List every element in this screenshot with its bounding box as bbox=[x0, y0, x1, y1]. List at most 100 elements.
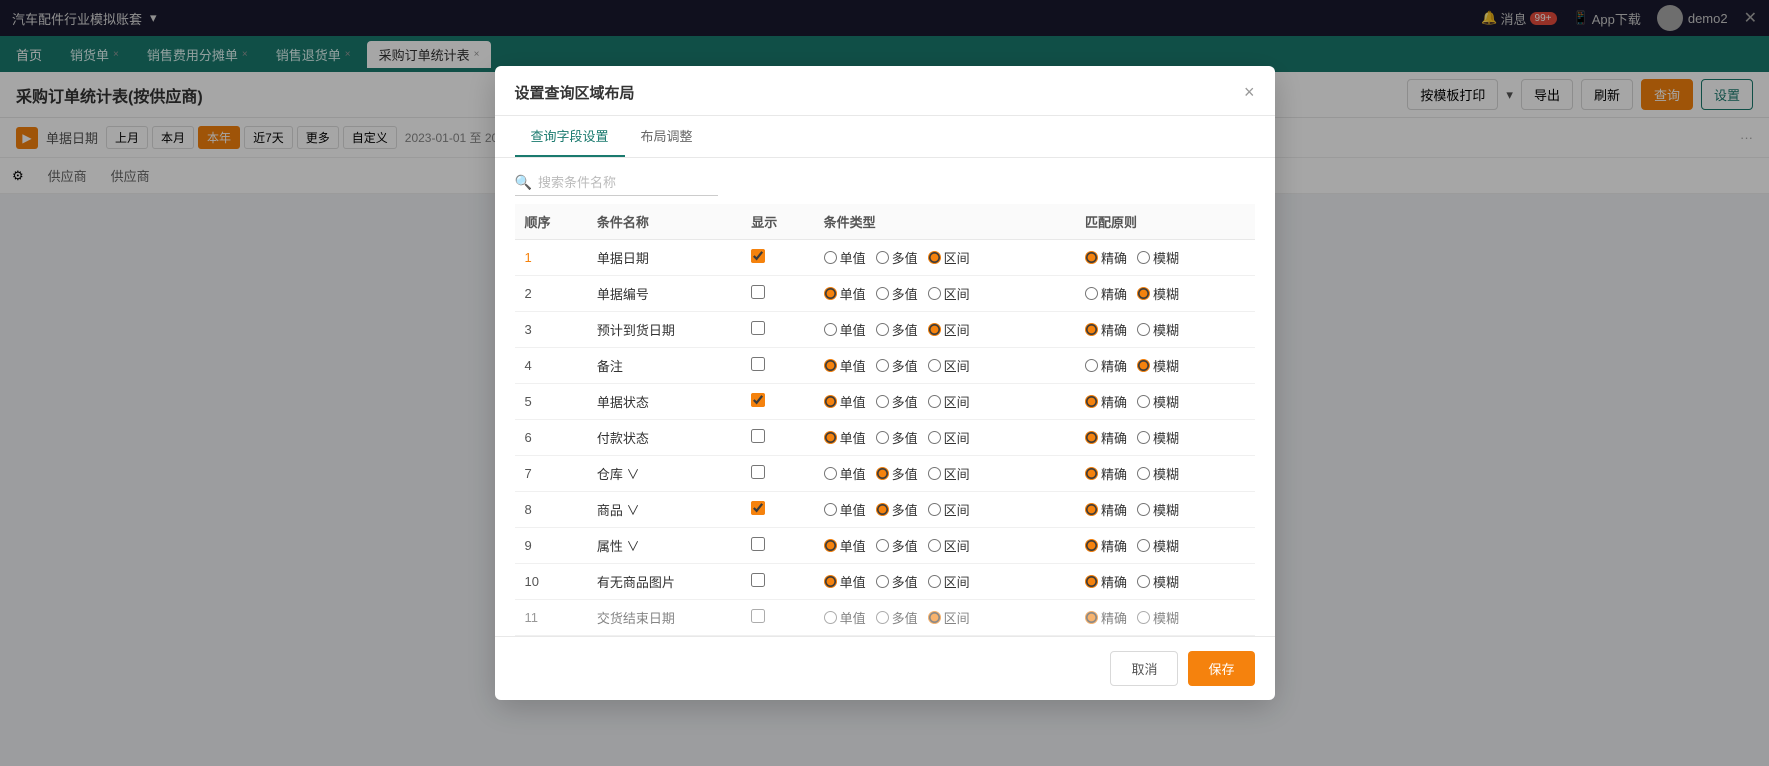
search-input[interactable] bbox=[538, 175, 718, 190]
col-match-header: 匹配原则 bbox=[1075, 204, 1255, 240]
row-display-cell[interactable] bbox=[741, 528, 813, 564]
type-option-区间[interactable]: 区间 bbox=[928, 572, 970, 591]
save-button[interactable]: 保存 bbox=[1188, 651, 1254, 686]
match-option-精确[interactable]: 精确 bbox=[1085, 248, 1127, 267]
display-checkbox[interactable] bbox=[751, 537, 765, 551]
type-option-区间[interactable]: 区间 bbox=[928, 608, 970, 627]
row-match-cell: 精确模糊 bbox=[1075, 564, 1255, 600]
type-option-单值[interactable]: 单值 bbox=[824, 248, 866, 267]
display-checkbox[interactable] bbox=[751, 573, 765, 587]
match-option-模糊[interactable]: 模糊 bbox=[1137, 428, 1179, 447]
type-option-多值[interactable]: 多值 bbox=[876, 284, 918, 303]
table-row: 2单据编号单值多值区间精确模糊 bbox=[515, 276, 1255, 312]
type-option-区间[interactable]: 区间 bbox=[928, 500, 970, 519]
row-order: 8 bbox=[515, 492, 587, 528]
match-option-模糊[interactable]: 模糊 bbox=[1137, 608, 1179, 627]
row-display-cell[interactable] bbox=[741, 492, 813, 528]
row-match-cell: 精确模糊 bbox=[1075, 420, 1255, 456]
match-option-精确[interactable]: 精确 bbox=[1085, 392, 1127, 411]
row-order: 3 bbox=[515, 312, 587, 348]
match-option-精确[interactable]: 精确 bbox=[1085, 320, 1127, 339]
type-option-多值[interactable]: 多值 bbox=[876, 392, 918, 411]
type-option-多值[interactable]: 多值 bbox=[876, 500, 918, 519]
match-option-模糊[interactable]: 模糊 bbox=[1137, 320, 1179, 339]
row-match-cell: 精确模糊 bbox=[1075, 384, 1255, 420]
display-checkbox[interactable] bbox=[751, 501, 765, 515]
type-option-多值[interactable]: 多值 bbox=[876, 320, 918, 339]
type-option-单值[interactable]: 单值 bbox=[824, 500, 866, 519]
match-option-精确[interactable]: 精确 bbox=[1085, 356, 1127, 375]
type-option-区间[interactable]: 区间 bbox=[928, 464, 970, 483]
match-option-模糊[interactable]: 模糊 bbox=[1137, 356, 1179, 375]
type-option-多值[interactable]: 多值 bbox=[876, 248, 918, 267]
row-order: 10 bbox=[515, 564, 587, 600]
dialog-tab-query-fields[interactable]: 查询字段设置 bbox=[515, 116, 625, 157]
type-option-单值[interactable]: 单值 bbox=[824, 608, 866, 627]
type-option-单值[interactable]: 单值 bbox=[824, 572, 866, 591]
match-option-精确[interactable]: 精确 bbox=[1085, 284, 1127, 303]
type-option-区间[interactable]: 区间 bbox=[928, 392, 970, 411]
row-display-cell[interactable] bbox=[741, 600, 813, 636]
type-option-单值[interactable]: 单值 bbox=[824, 320, 866, 339]
row-display-cell[interactable] bbox=[741, 240, 813, 276]
type-option-区间[interactable]: 区间 bbox=[928, 356, 970, 375]
match-option-模糊[interactable]: 模糊 bbox=[1137, 572, 1179, 591]
display-checkbox[interactable] bbox=[751, 357, 765, 371]
type-option-单值[interactable]: 单值 bbox=[824, 392, 866, 411]
match-option-精确[interactable]: 精确 bbox=[1085, 572, 1127, 591]
type-option-区间[interactable]: 区间 bbox=[928, 536, 970, 555]
row-display-cell[interactable] bbox=[741, 348, 813, 384]
row-type-cell: 单值多值区间 bbox=[814, 384, 1075, 420]
type-option-多值[interactable]: 多值 bbox=[876, 572, 918, 591]
display-checkbox[interactable] bbox=[751, 393, 765, 407]
type-option-区间[interactable]: 区间 bbox=[928, 428, 970, 447]
type-option-多值[interactable]: 多值 bbox=[876, 608, 918, 627]
row-type-cell: 单值多值区间 bbox=[814, 600, 1075, 636]
cancel-button[interactable]: 取消 bbox=[1110, 651, 1178, 686]
match-option-精确[interactable]: 精确 bbox=[1085, 464, 1127, 483]
row-type-cell: 单值多值区间 bbox=[814, 312, 1075, 348]
row-display-cell[interactable] bbox=[741, 384, 813, 420]
type-option-区间[interactable]: 区间 bbox=[928, 248, 970, 267]
row-order: 5 bbox=[515, 384, 587, 420]
col-name-header: 条件名称 bbox=[587, 204, 741, 240]
display-checkbox[interactable] bbox=[751, 609, 765, 623]
row-display-cell[interactable] bbox=[741, 420, 813, 456]
display-checkbox[interactable] bbox=[751, 465, 765, 479]
type-option-区间[interactable]: 区间 bbox=[928, 320, 970, 339]
type-option-多值[interactable]: 多值 bbox=[876, 464, 918, 483]
type-option-多值[interactable]: 多值 bbox=[876, 356, 918, 375]
match-option-精确[interactable]: 精确 bbox=[1085, 428, 1127, 447]
match-option-模糊[interactable]: 模糊 bbox=[1137, 536, 1179, 555]
match-option-模糊[interactable]: 模糊 bbox=[1137, 284, 1179, 303]
match-option-模糊[interactable]: 模糊 bbox=[1137, 464, 1179, 483]
type-option-多值[interactable]: 多值 bbox=[876, 428, 918, 447]
display-checkbox[interactable] bbox=[751, 321, 765, 335]
row-display-cell[interactable] bbox=[741, 276, 813, 312]
display-checkbox[interactable] bbox=[751, 285, 765, 299]
type-option-单值[interactable]: 单值 bbox=[824, 428, 866, 447]
row-display-cell[interactable] bbox=[741, 456, 813, 492]
table-row: 1单据日期单值多值区间精确模糊 bbox=[515, 240, 1255, 276]
display-checkbox[interactable] bbox=[751, 249, 765, 263]
row-match-cell: 精确模糊 bbox=[1075, 600, 1255, 636]
type-option-单值[interactable]: 单值 bbox=[824, 356, 866, 375]
match-option-精确[interactable]: 精确 bbox=[1085, 500, 1127, 519]
type-option-单值[interactable]: 单值 bbox=[824, 536, 866, 555]
type-option-单值[interactable]: 单值 bbox=[824, 284, 866, 303]
match-option-精确[interactable]: 精确 bbox=[1085, 536, 1127, 555]
match-option-精确[interactable]: 精确 bbox=[1085, 608, 1127, 627]
row-display-cell[interactable] bbox=[741, 312, 813, 348]
type-option-单值[interactable]: 单值 bbox=[824, 464, 866, 483]
match-option-模糊[interactable]: 模糊 bbox=[1137, 392, 1179, 411]
type-option-多值[interactable]: 多值 bbox=[876, 536, 918, 555]
table-row: 4备注单值多值区间精确模糊 bbox=[515, 348, 1255, 384]
row-display-cell[interactable] bbox=[741, 564, 813, 600]
match-option-模糊[interactable]: 模糊 bbox=[1137, 248, 1179, 267]
table-row: 11交货结束日期单值多值区间精确模糊 bbox=[515, 600, 1255, 636]
type-option-区间[interactable]: 区间 bbox=[928, 284, 970, 303]
dialog-tab-layout[interactable]: 布局调整 bbox=[625, 116, 709, 157]
match-option-模糊[interactable]: 模糊 bbox=[1137, 500, 1179, 519]
display-checkbox[interactable] bbox=[751, 429, 765, 443]
dialog-close-button[interactable]: × bbox=[1244, 82, 1255, 103]
